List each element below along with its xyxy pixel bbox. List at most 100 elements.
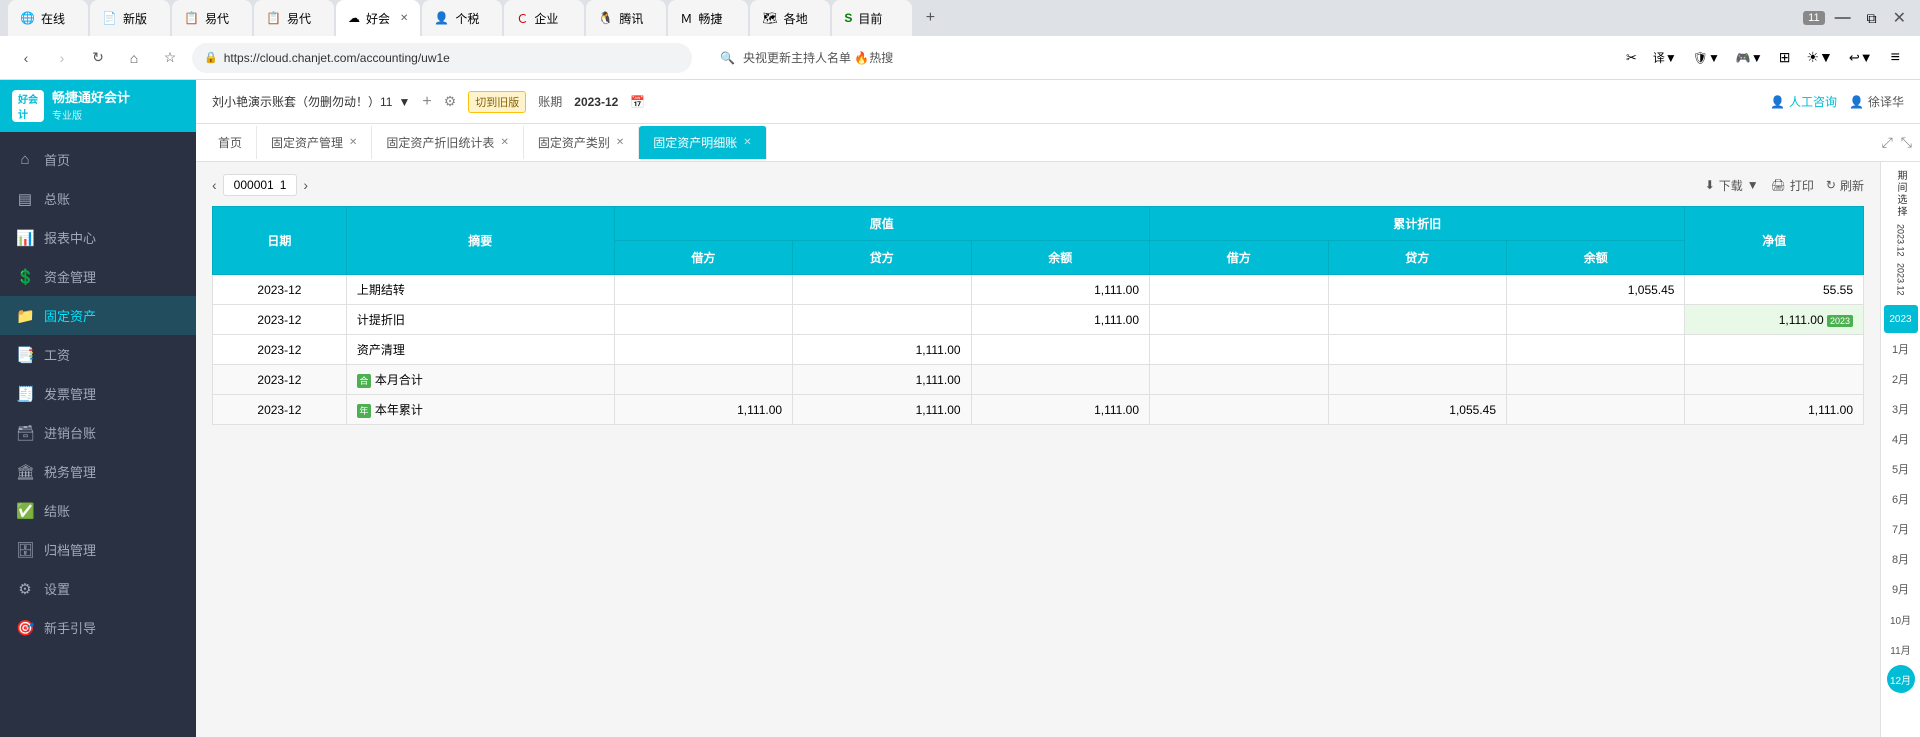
expand-icon[interactable]: ⤡ [1901, 134, 1912, 151]
cell-acc-balance [1507, 365, 1685, 395]
th-accumulated-depreciation: 累计折旧 [1150, 207, 1685, 241]
browser-tab-tengxun[interactable]: 🐧 腾讯 [586, 0, 666, 36]
home-btn[interactable]: ⌂ [120, 44, 148, 72]
minimize-btn[interactable]: — [1829, 9, 1857, 27]
period-month-4[interactable]: 4月 [1884, 425, 1918, 453]
prev-page-btn[interactable]: ‹ [212, 177, 217, 193]
period-month-2[interactable]: 2月 [1884, 365, 1918, 393]
download-icon: ⬇ [1705, 178, 1715, 192]
print-label: 打印 [1790, 177, 1814, 194]
scissors-icon[interactable]: ✂ [1620, 50, 1643, 66]
shield-btn[interactable]: 🛡▼ [1687, 51, 1726, 65]
tab-fixed-assets-mgmt[interactable]: 固定资产管理 ✕ [257, 126, 372, 159]
period-month-12[interactable]: 12月 [1887, 665, 1915, 693]
browser-tab-gedi[interactable]: 🗺 各地 [750, 0, 830, 36]
sidebar-item-funds[interactable]: 💲 资金管理 [0, 257, 196, 296]
tab-asset-detail-ledger[interactable]: 固定资产明细账 ✕ [639, 126, 766, 159]
cell-orig-balance: 1,111.00 [971, 305, 1149, 335]
close-btn[interactable]: ✕ [1887, 8, 1912, 28]
sidebar-item-settings[interactable]: ⚙ 设置 [0, 569, 196, 608]
settings-gear-icon[interactable]: ⚙ [444, 93, 457, 110]
tab-count-badge: 11 [1803, 11, 1824, 25]
url-bar[interactable]: 🔒 https://cloud.chanjet.com/accounting/u… [192, 43, 692, 73]
period-month-5[interactable]: 5月 [1884, 455, 1918, 483]
game-btn[interactable]: 🎮▼ [1730, 51, 1769, 65]
sidebar-item-sales[interactable]: 🗃 进销台账 [0, 413, 196, 452]
sidebar-item-reports[interactable]: 📊 报表中心 [0, 218, 196, 257]
print-btn[interactable]: 🖨 打印 [1771, 177, 1814, 194]
period-month-10[interactable]: 10月 [1884, 605, 1918, 633]
translate-btn[interactable]: 译▼ [1647, 49, 1683, 66]
refresh-icon: ↻ [1826, 178, 1836, 192]
back-btn[interactable]: ‹ [12, 44, 40, 72]
sidebar-item-general-ledger[interactable]: ▤ 总账 [0, 179, 196, 218]
next-page-btn[interactable]: › [303, 177, 308, 193]
browser-tab-new[interactable]: 📄 新版 [90, 0, 170, 36]
tab-home[interactable]: 首页 [204, 126, 257, 159]
browser-tab-geshui[interactable]: 👤 个税 [422, 0, 502, 36]
download-btn[interactable]: ⬇ 下载 ▼ [1705, 177, 1759, 194]
period-month-11[interactable]: 11月 [1884, 635, 1918, 663]
refresh-btn[interactable]: ↻ 刷新 [1826, 177, 1864, 194]
browser-tab-yidai2[interactable]: 📋 易代 [254, 0, 334, 36]
sidebar-item-closing[interactable]: ✅ 结账 [0, 491, 196, 530]
sidebar-label-closing: 结账 [44, 501, 70, 520]
user-info[interactable]: 👤 徐译华 [1849, 93, 1904, 110]
cell-orig-credit: 1,111.00 [793, 335, 971, 365]
period-select-title: 期间选择 [1893, 170, 1908, 218]
company-selector[interactable]: 刘小艳演示账套（勿删勿动！）11 ▼ [212, 93, 410, 110]
reload-btn[interactable]: ↻ [84, 44, 112, 72]
cell-date: 2023-12 [213, 365, 347, 395]
menu-btn[interactable]: ≡ [1883, 49, 1908, 67]
sidebar-item-fixed-assets[interactable]: 📁 固定资产 [0, 296, 196, 335]
browser-tab-yidai1[interactable]: 📋 易代 [172, 0, 252, 36]
period-selected-end: 2023.12 [1896, 263, 1906, 296]
calendar-icon[interactable]: 📅 [630, 95, 645, 109]
sidebar-item-home[interactable]: ⌂ 首页 [0, 140, 196, 179]
close-tab-asset-category[interactable]: ✕ [616, 137, 624, 148]
add-company-btn[interactable]: + [422, 93, 431, 111]
close-tab-depreciation-stats[interactable]: ✕ [500, 137, 508, 148]
sidebar-item-guide[interactable]: 🎯 新手引导 [0, 608, 196, 647]
cell-acc-credit [1328, 335, 1506, 365]
period-month-9[interactable]: 9月 [1884, 575, 1918, 603]
support-btn[interactable]: 👤 人工咨询 [1770, 93, 1837, 110]
undo-btn[interactable]: ↩▼ [1843, 50, 1879, 66]
payroll-icon: 📑 [16, 346, 34, 364]
tab-close-btn[interactable]: ✕ [400, 13, 408, 24]
bookmark-btn[interactable]: ☆ [156, 44, 184, 72]
grid-btn[interactable]: ⊞ [1773, 49, 1797, 66]
tab-asset-category-label: 固定资产类别 [538, 134, 610, 151]
sidebar-item-invoice[interactable]: 🧾 发票管理 [0, 374, 196, 413]
tab-depreciation-stats[interactable]: 固定资产折旧统计表 ✕ [372, 126, 523, 159]
period-month-6[interactable]: 6月 [1884, 485, 1918, 513]
search-bar: 🔍 央视更新主持人名单 🔥热搜 [720, 49, 1612, 66]
period-month-7[interactable]: 7月 [1884, 515, 1918, 543]
search-icon: 🔍 [720, 51, 735, 65]
close-tab-fixed-assets-mgmt[interactable]: ✕ [349, 137, 357, 148]
switch-version-btn[interactable]: 切到旧版 [468, 91, 526, 113]
tab-asset-category[interactable]: 固定资产类别 ✕ [524, 126, 639, 159]
period-month-1[interactable]: 1月 [1884, 335, 1918, 363]
page-num-box: 000001 1 [223, 174, 298, 196]
forward-btn[interactable]: › [48, 44, 76, 72]
period-month-8[interactable]: 8月 [1884, 545, 1918, 573]
collapse-icon[interactable]: ⤢ [1882, 134, 1893, 151]
sidebar-label-fixed-assets: 固定资产 [44, 306, 96, 325]
browser-tab-changjie[interactable]: Ｍ 畅捷 [668, 0, 748, 36]
sidebar-item-payroll[interactable]: 📑 工资 [0, 335, 196, 374]
browser-tab-haohui[interactable]: ☁ 好会 ✕ [336, 0, 420, 36]
period-year-2023[interactable]: 2023 [1884, 305, 1918, 333]
tab-icon: 🗺 [762, 11, 777, 25]
restore-btn[interactable]: ⧉ [1861, 10, 1883, 27]
cell-acc-balance [1507, 395, 1685, 425]
period-month-3[interactable]: 3月 [1884, 395, 1918, 423]
sidebar-item-tax[interactable]: 🏛 税务管理 [0, 452, 196, 491]
browser-tab-qiye[interactable]: Ｃ 企业 [504, 0, 584, 36]
close-tab-asset-detail-ledger[interactable]: ✕ [743, 137, 751, 148]
brightness-btn[interactable]: ☀▼ [1800, 49, 1838, 66]
new-tab-btn[interactable]: + [914, 0, 946, 36]
browser-tab-online[interactable]: 🌐 在线 [8, 0, 88, 36]
sidebar-item-archive[interactable]: 🗄 归档管理 [0, 530, 196, 569]
browser-tab-muqian[interactable]: S 目前 [832, 0, 912, 36]
